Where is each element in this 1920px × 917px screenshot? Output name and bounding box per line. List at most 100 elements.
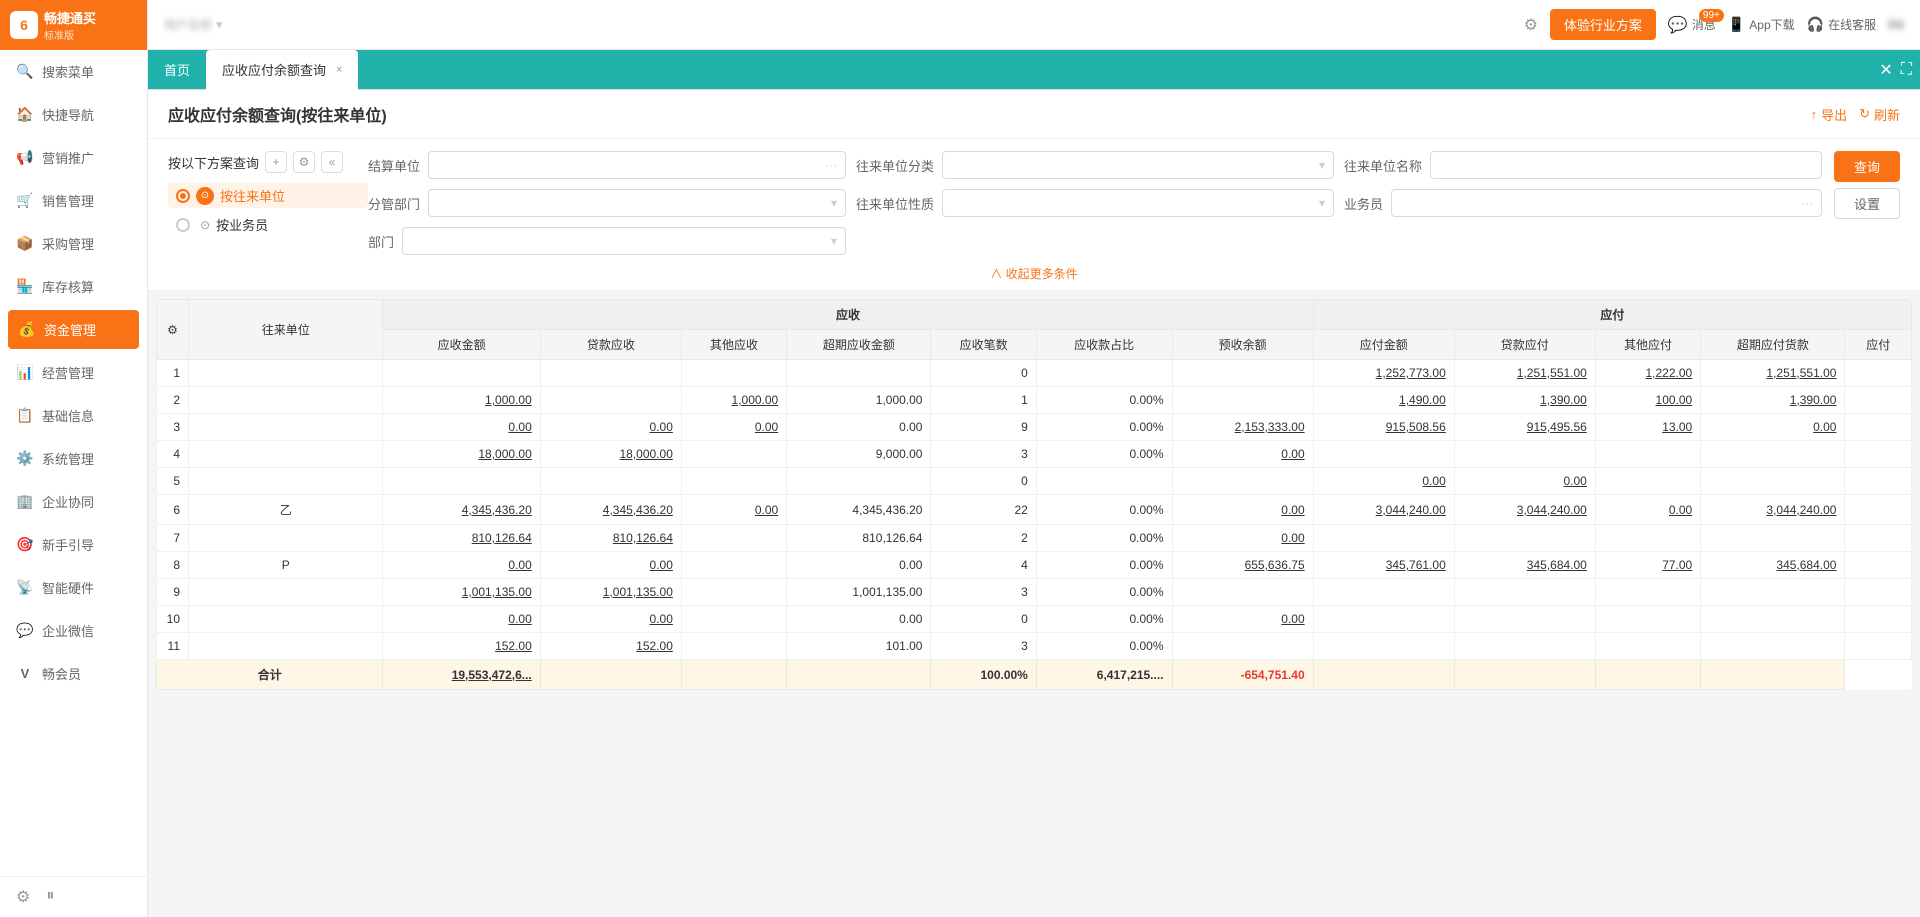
table-cell[interactable]: 810,126.64 [383,525,540,552]
table-cell[interactable]: 0.00 [1172,525,1313,552]
table-cell[interactable]: 13.00 [1595,414,1700,441]
refresh-btn[interactable]: ↻ 刷新 [1859,105,1900,124]
sidebar-item-inventory[interactable]: 🏪 库存核算 [0,265,147,308]
table-cell[interactable]: 4,345,436.20 [383,495,540,525]
table-cell[interactable]: 1,251,551.00 [1701,360,1845,387]
settings-icon[interactable]: ⚙ [16,887,30,907]
table-cell[interactable]: 152.00 [540,633,681,660]
table-cell[interactable]: 0.00 [383,414,540,441]
table-cell[interactable]: 3,044,240.00 [1454,495,1595,525]
app-download[interactable]: 📱 App下载 [1728,16,1795,33]
table-cell[interactable]: 915,508.56 [1313,414,1454,441]
table-cell[interactable]: 1,490.00 [1313,387,1454,414]
table-cell[interactable]: 1,001,135.00 [540,579,681,606]
industry-btn[interactable]: 体验行业方案 [1550,9,1656,40]
table-cell[interactable]: 1,000.00 [681,387,786,414]
unit-name-input[interactable] [1430,151,1822,179]
table-wrapper[interactable]: ⚙ 往来单位 应收 应付 应收金额 贷款应收 其他应收 超期应收金额 [156,299,1912,690]
close-window-btn[interactable]: ✕ [1879,60,1892,80]
table-cell[interactable]: 810,126.64 [540,525,681,552]
th-payable-group: 应付 [1313,300,1911,330]
table-cell[interactable]: 0.00 [1454,468,1595,495]
table-cell[interactable]: 0.00 [681,495,786,525]
table-cell[interactable]: 0.00 [540,552,681,579]
export-btn[interactable]: ↑ 导出 [1811,105,1848,124]
table-cell[interactable]: 3,044,240.00 [1701,495,1845,525]
sidebar-item-basic[interactable]: 📋 基础信息 [0,394,147,437]
maximize-btn[interactable]: ⛶ [1901,61,1912,79]
unit-nature-input[interactable]: ▾ [942,189,1334,217]
table-cell[interactable]: 0.00 [383,606,540,633]
sidebar-item-guide[interactable]: 🎯 新手引导 [0,523,147,566]
table-cell: 2 [157,387,189,414]
tab-active[interactable]: 应收应付余额查询 × [206,50,358,90]
table-cell[interactable]: 345,684.00 [1454,552,1595,579]
table-cell[interactable]: 1,001,135.00 [383,579,540,606]
sidebar-item-hardware[interactable]: 📡 智能硬件 [0,566,147,609]
table-cell[interactable]: 0.00 [1313,468,1454,495]
table-cell[interactable]: 0.00 [1172,495,1313,525]
table-cell[interactable]: 0.00 [383,552,540,579]
table-cell[interactable]: 77.00 [1595,552,1700,579]
sidebar-item-sales[interactable]: 🛒 销售管理 [0,179,147,222]
table-cell[interactable]: 0.00 [1172,441,1313,468]
back-btn[interactable]: « [321,151,343,173]
table-cell[interactable]: 4,345,436.20 [540,495,681,525]
table-cell [1172,579,1313,606]
table-cell[interactable]: 0.00 [1172,606,1313,633]
online-service[interactable]: 🎧 在线客服 [1807,16,1876,33]
table-cell[interactable]: 915,495.56 [1454,414,1595,441]
sidebar-item-marketing[interactable]: 📢 营销推广 [0,136,147,179]
filter-option-by-staff[interactable]: ⊙ 按业务员 [168,212,368,237]
table-cell[interactable]: 345,761.00 [1313,552,1454,579]
table-cell[interactable]: 1,000.00 [383,387,540,414]
dept-manage-input[interactable]: ▾ [428,189,846,217]
table-cell[interactable]: 18,000.00 [540,441,681,468]
table-cell [1845,441,1912,468]
sidebar-item-corp[interactable]: 🏢 企业协同 [0,480,147,523]
gear-settings-icon[interactable]: ⚙ [167,323,178,337]
table-cell[interactable]: 345,684.00 [1701,552,1845,579]
settings-topbar-icon[interactable]: ⚙ [1524,15,1538,35]
table-cell[interactable]: 0.00 [540,606,681,633]
table-cell[interactable]: 0.00 [1701,414,1845,441]
table-cell[interactable]: 0.00 [681,414,786,441]
dept-input[interactable]: ▾ [402,227,846,255]
settlement-unit-input[interactable]: ··· [428,151,846,179]
table-cell[interactable]: 1,251,551.00 [1454,360,1595,387]
table-cell[interactable]: 1,390.00 [1701,387,1845,414]
add-scheme-btn[interactable]: + [265,151,287,173]
collapse-btn[interactable]: ∧ 收起更多条件 [990,267,1077,281]
table-cell[interactable]: 1,390.00 [1454,387,1595,414]
unit-category-input[interactable]: ▾ [942,151,1334,179]
sidebar-item-system[interactable]: ⚙️ 系统管理 [0,437,147,480]
sidebar-item-business[interactable]: 📊 经营管理 [0,351,147,394]
message-badge[interactable]: 💬 消息 99+ [1668,15,1716,35]
table-cell[interactable]: 655,636.75 [1172,552,1313,579]
settings-scheme-btn[interactable]: ⚙ [293,151,315,173]
sidebar-item-finance[interactable]: 💰 资金管理 [8,310,139,349]
table-cell[interactable]: 0.00 [1595,495,1700,525]
sidebar-item-wechat[interactable]: 💬 企业微信 [0,609,147,652]
table-cell[interactable]: 1,222.00 [1595,360,1700,387]
table-cell[interactable]: 3,044,240.00 [1313,495,1454,525]
tab-home[interactable]: 首页 [148,50,206,90]
table-cell[interactable]: 152.00 [383,633,540,660]
tab-close-btn[interactable]: × [336,64,342,76]
settings-btn[interactable]: 设置 [1834,188,1900,219]
sidebar-item-quick-nav[interactable]: 🏠 快捷导航 [0,93,147,136]
sidebar-item-member[interactable]: V 畅会员 [0,652,147,695]
table-cell[interactable]: 100.00 [1595,387,1700,414]
salesperson-input[interactable]: ··· [1391,189,1822,217]
page-content: 应收应付余额查询(按往来单位) ↑ 导出 ↻ 刷新 [148,90,1920,917]
table-cell[interactable]: 2,153,333.00 [1172,414,1313,441]
table-cell[interactable]: 1,252,773.00 [1313,360,1454,387]
sidebar-item-purchase[interactable]: 📦 采购管理 [0,222,147,265]
th-pay-loan: 贷款应付 [1454,330,1595,360]
filter-option-by-unit[interactable]: ⊙ 按往来单位 [168,183,368,208]
table-cell[interactable]: 0.00 [540,414,681,441]
query-btn[interactable]: 查询 [1834,151,1900,182]
table-cell[interactable]: 18,000.00 [383,441,540,468]
collapse-icon[interactable]: ⏸ [46,887,54,907]
sidebar-item-search[interactable]: 🔍 搜索菜单 [0,50,147,93]
